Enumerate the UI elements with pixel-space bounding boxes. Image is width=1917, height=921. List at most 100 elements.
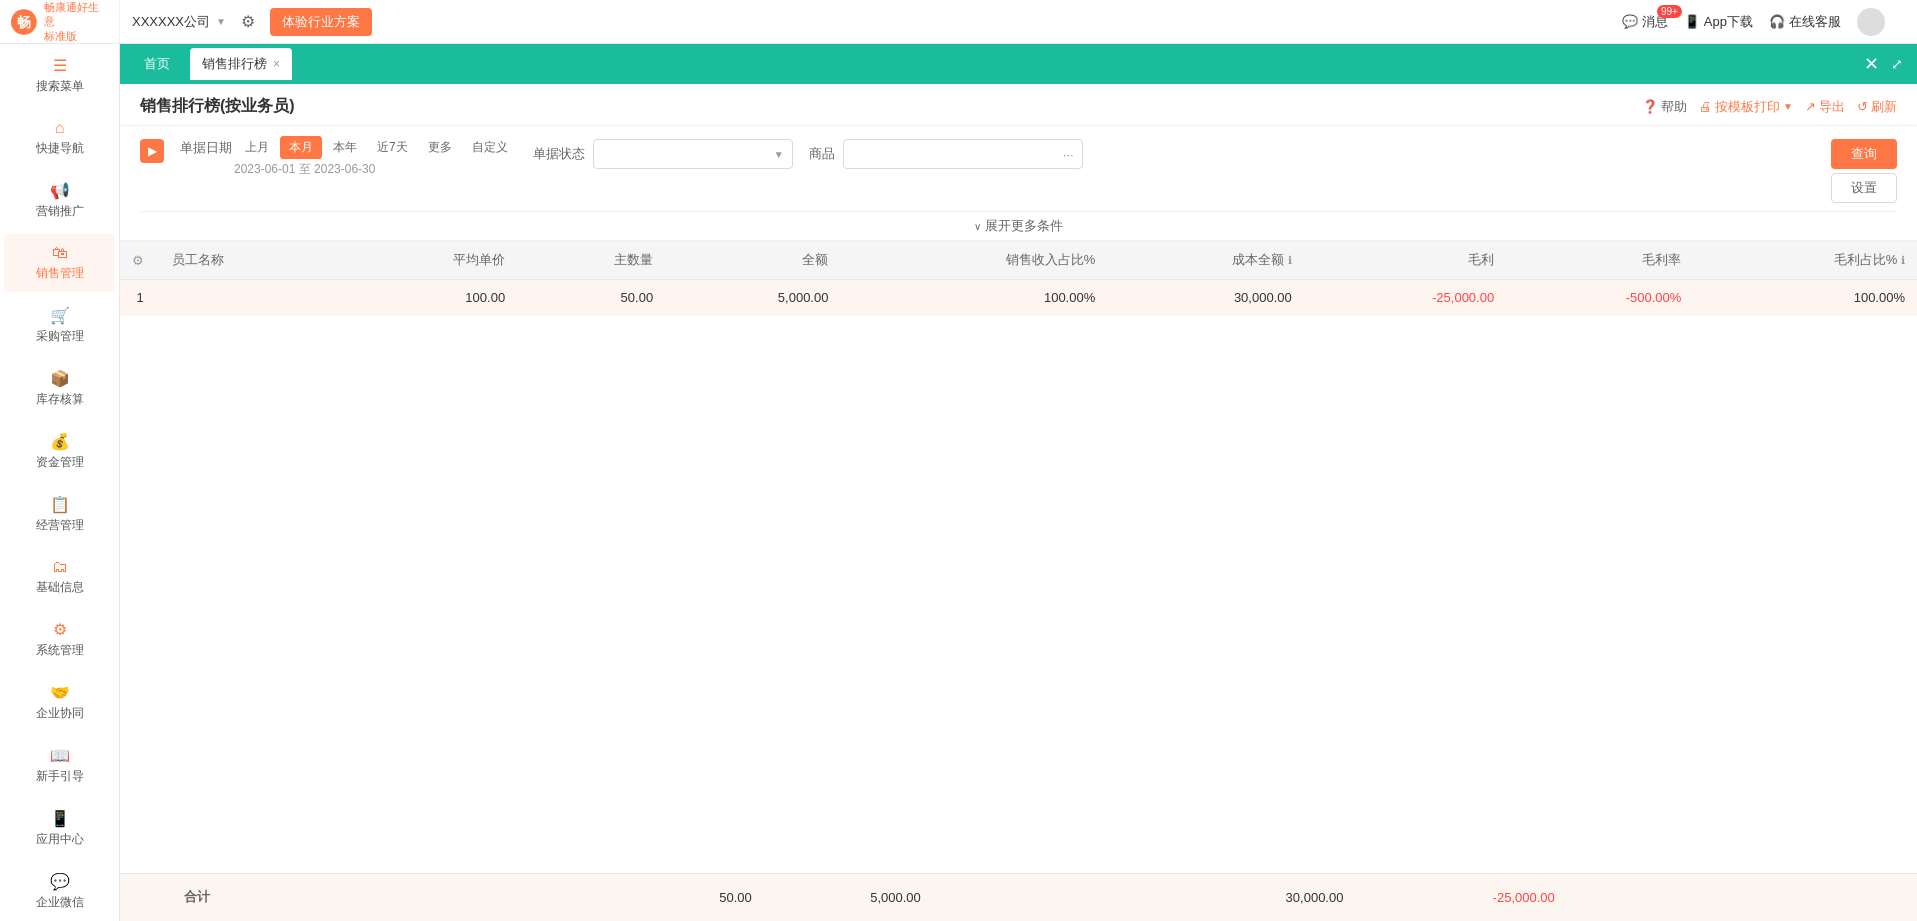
sidebar-item-label-finance: 资金管理 [36,454,84,471]
content-area: 首页 销售排行榜 × ✕ ⤢ 销售排行榜(按业务员) ❓ 帮助 🖨 按模板打印 … [120,44,1917,921]
sidebar-item-guide[interactable]: 📖 新手引导 [4,736,115,795]
filter-expand-arrow[interactable]: ▶ [140,139,164,163]
date-btn-this-month[interactable]: 本月 [280,136,322,159]
company-name: XXXXXX公司 [132,13,210,31]
trial-btn[interactable]: 体验行业方案 [270,8,372,36]
sidebar-item-marketing[interactable]: 📢 营销推广 [4,171,115,230]
refresh-btn[interactable]: ↺ 刷新 [1857,98,1897,116]
col-gross: 毛利 [1304,241,1506,280]
template-print-btn[interactable]: 🖨 按模板打印 ▼ [1699,98,1793,116]
sidebar-item-label-sales: 销售管理 [36,265,84,282]
wechat-icon: 💬 [50,872,70,891]
cell-employee [160,280,339,316]
date-btn-more[interactable]: 更多 [419,136,461,159]
sidebar-item-inventory[interactable]: 📦 库存核算 [4,359,115,418]
app-download-label: App下载 [1704,13,1753,31]
footer-gross: -25,000.00 [1355,884,1566,911]
cell-amount: 5,000.00 [665,280,840,316]
date-btn-custom[interactable]: 自定义 [463,136,517,159]
online-service-btn[interactable]: 🎧 在线客服 [1769,13,1841,31]
help-btn[interactable]: ❓ 帮助 [1642,98,1687,116]
expand-more-label: 展开更多条件 [985,217,1063,235]
settings-gear-btn[interactable]: ⚙ [234,8,262,36]
chevron-down-icon: ▼ [216,16,226,27]
sidebar-item-label-search: 搜索菜单 [36,78,84,95]
online-service-label: 在线客服 [1789,13,1841,31]
logo-icon: 畅 [10,8,38,36]
sidebar-item-wechat[interactable]: 💬 企业微信 [4,862,115,921]
sidebar-item-operations[interactable]: 📋 经营管理 [4,485,115,544]
sidebar-item-label-inventory: 库存核算 [36,391,84,408]
logo-text: 畅康通好生意 标准版 [44,0,109,43]
avatar[interactable] [1857,8,1885,36]
date-btn-this-year[interactable]: 本年 [324,136,366,159]
sidebar-item-appcenter[interactable]: 📱 应用中心 [4,799,115,858]
col-employee: 员工名称 [160,241,339,280]
sidebar-item-purchase[interactable]: 🛒 采购管理 [4,296,115,355]
goods-input[interactable]: ··· [843,139,1083,169]
system-icon: ⚙ [53,620,67,639]
finance-icon: 💰 [50,432,70,451]
query-btn[interactable]: 查询 [1831,139,1897,169]
sidebar-item-finance[interactable]: 💰 资金管理 [4,422,115,481]
page-title: 销售排行榜(按业务员) [140,96,295,117]
sidebar-item-label-system: 系统管理 [36,642,84,659]
sidebar-item-basic[interactable]: 🗂 基础信息 [4,548,115,606]
col-quantity: 主数量 [517,241,665,280]
operations-icon: 📋 [50,495,70,514]
export-icon: ↗ [1805,99,1816,114]
sidebar-item-system[interactable]: ⚙ 系统管理 [4,610,115,669]
date-btn-7days[interactable]: 近7天 [368,136,417,159]
inventory-icon: 📦 [50,369,70,388]
filter-bar: ▶ 单据日期 上月 本月 本年 近7天 更多 自定义 [120,126,1917,241]
expand-more-row[interactable]: ∨ 展开更多条件 [140,211,1897,240]
sidebar-item-label-purchase: 采购管理 [36,328,84,345]
basic-icon: 🗂 [52,558,68,576]
tab-close-icon[interactable]: × [273,57,280,71]
tab-sales-ranking[interactable]: 销售排行榜 × [190,48,292,80]
search-menu-icon: ☰ [53,56,67,75]
refresh-icon: ↺ [1857,99,1868,114]
table-footer: 合计 50.00 5,000.00 30,000.00 -25,000.00 [120,873,1917,921]
goods-filter-label: 商品 [809,145,835,163]
cell-index: 1 [120,280,160,316]
message-btn[interactable]: 💬 消息 99+ [1622,13,1668,31]
footer-row: 合计 50.00 5,000.00 30,000.00 -25,000.00 [132,884,1905,911]
tab-home[interactable]: 首页 [128,44,186,84]
export-btn[interactable]: ↗ 导出 [1805,98,1845,116]
status-select[interactable]: ▼ [593,139,793,169]
col-amount: 全额 [665,241,840,280]
col-settings-icon[interactable]: ⚙ [132,253,144,268]
phone-icon: 📱 [1684,14,1700,29]
cell-sales-pct: 100.00% [840,280,1107,316]
table-container: ⚙ 员工名称 平均单价 主数量 全额 销售收入占比% 成本全额 ℹ 毛利 毛利率… [120,241,1917,873]
window-close-btn[interactable]: ✕ [1858,53,1885,75]
sidebar-item-shortcut[interactable]: ⌂ 快捷导航 [4,109,115,167]
date-btn-last-month[interactable]: 上月 [236,136,278,159]
gross-pct-info-icon[interactable]: ℹ [1901,254,1905,266]
footer-amount: 5,000.00 [764,884,933,911]
page-action-buttons: ❓ 帮助 🖨 按模板打印 ▼ ↗ 导出 ↺ 刷新 [1642,98,1897,116]
page-header: 销售排行榜(按业务员) ❓ 帮助 🖨 按模板打印 ▼ ↗ 导出 ↺ 刷新 [120,84,1917,126]
cell-gross-rate: -500.00% [1506,280,1693,316]
template-print-label: 按模板打印 [1715,98,1780,116]
cost-info-icon[interactable]: ℹ [1288,254,1292,266]
company-selector[interactable]: XXXXXX公司 ▼ [132,13,226,31]
footer-sales-pct [933,884,1144,911]
date-options: 上月 本月 本年 近7天 更多 自定义 [236,136,517,159]
app-download-btn[interactable]: 📱 App下载 [1684,13,1753,31]
footer-label: 合计 [172,884,426,911]
sidebar-item-sales[interactable]: 🛍 销售管理 [4,234,115,292]
status-select-arrow: ▼ [774,149,784,160]
sidebar-item-enterprise[interactable]: 🤝 企业协同 [4,673,115,732]
print-chevron-icon: ▼ [1783,101,1793,112]
settings-btn[interactable]: 设置 [1831,173,1897,203]
sidebar-item-search[interactable]: ☰ 搜索菜单 [4,46,115,105]
message-badge: 99+ [1657,5,1682,18]
sidebar-item-label-basic: 基础信息 [36,579,84,596]
window-restore-btn[interactable]: ⤢ [1885,56,1909,72]
enterprise-icon: 🤝 [50,683,70,702]
table-row: 1 100.00 50.00 5,000.00 100.00% 30,000.0… [120,280,1917,316]
sidebar-item-label-appcenter: 应用中心 [36,831,84,848]
chevron-down-expand-icon: ∨ [974,221,981,232]
